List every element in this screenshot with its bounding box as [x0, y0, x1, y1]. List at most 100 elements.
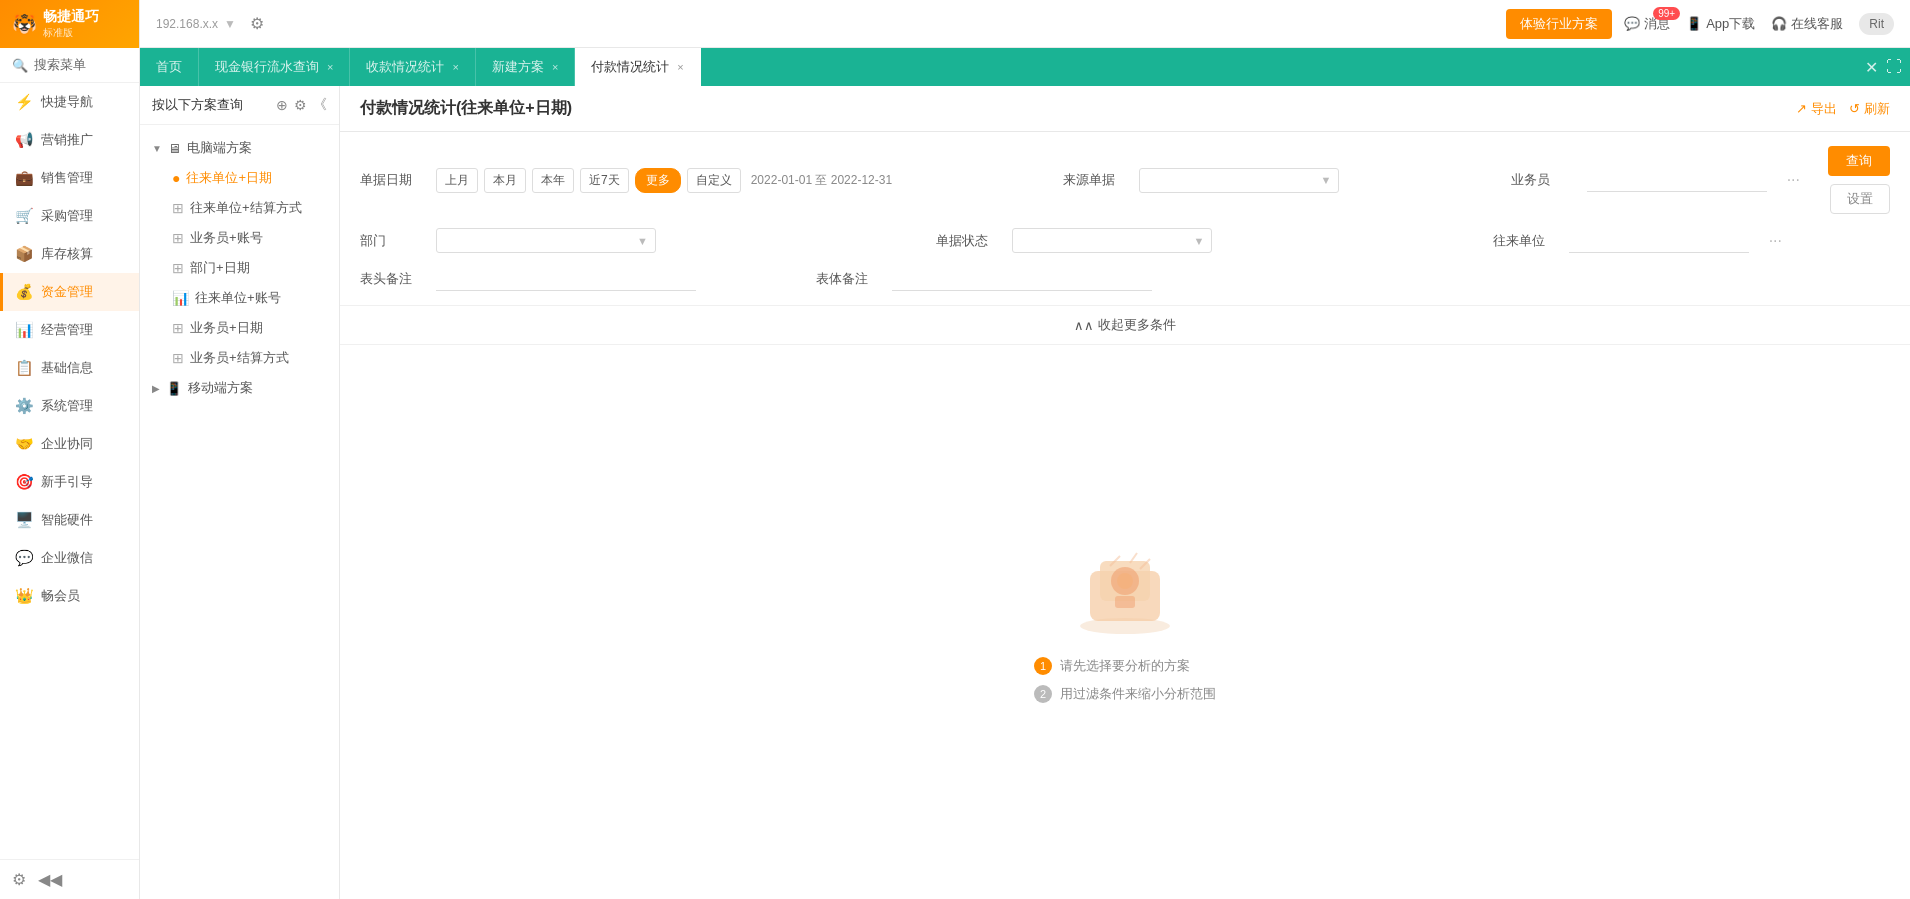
- scheme-group-pc[interactable]: ▼ 🖥 电脑端方案: [140, 133, 339, 163]
- main-area: 192.168.x.x ▼ ⚙ 体验行业方案 💬 消息 99+ 📱 App下载 …: [140, 0, 1910, 899]
- tab-payment-stats-label: 付款情况统计: [591, 58, 669, 76]
- sidebar-item-wechat[interactable]: 💬 企业微信: [0, 539, 139, 577]
- sidebar-item-label: 畅会员: [41, 587, 80, 605]
- filter-row-1: 单据日期 上月 本月 本年 近7天 更多 自定义 2022-01-01 至 20…: [360, 146, 1890, 214]
- filter-row-2: 部门 ▼ 单据状态 ▼: [360, 228, 1890, 253]
- scheme-item-staff-account[interactable]: ⊞ 业务员+账号: [140, 223, 339, 253]
- chevron-icon: ▼: [224, 17, 236, 31]
- scheme-collapse-button[interactable]: 《: [313, 96, 327, 114]
- scheme-group-icon-pc: 🖥: [168, 141, 181, 156]
- sidebar-item-member[interactable]: 👑 畅会员: [0, 577, 139, 615]
- staff-dots[interactable]: ···: [1787, 171, 1800, 189]
- enterprise-icon: 🤝: [15, 435, 33, 453]
- tab-payment-stats-close[interactable]: ×: [677, 61, 683, 73]
- dept-select-wrap: ▼: [436, 228, 656, 253]
- tab-bank-flow[interactable]: 现金银行流水查询 ×: [199, 48, 350, 86]
- sidebar-item-quick-nav[interactable]: ⚡ 快捷导航: [0, 83, 139, 121]
- scheme-item-partner-date[interactable]: ● 往来单位+日期: [140, 163, 339, 193]
- tab-payment-stats[interactable]: 付款情况统计 ×: [575, 48, 700, 86]
- scheme-item-label-staff-settle: 业务员+结算方式: [190, 349, 289, 367]
- topbar-gear-button[interactable]: ⚙: [250, 14, 264, 33]
- sidebar-item-operation[interactable]: 📊 经营管理: [0, 311, 139, 349]
- sidebar-item-guide[interactable]: 🎯 新手引导: [0, 463, 139, 501]
- tab-home-label: 首页: [156, 58, 182, 76]
- tabs-expand-button[interactable]: ⛶: [1886, 58, 1902, 76]
- date-btn-last-7-days[interactable]: 近7天: [580, 168, 629, 193]
- scheme-item-partner-account[interactable]: 📊 往来单位+账号: [140, 283, 339, 313]
- export-button[interactable]: ↗ 导出: [1796, 100, 1837, 118]
- partner-dots[interactable]: ···: [1769, 232, 1782, 250]
- filter-row-3: 表头备注 表体备注: [360, 267, 1890, 291]
- tab-bank-flow-close[interactable]: ×: [327, 61, 333, 73]
- tab-new-scheme-close[interactable]: ×: [552, 61, 558, 73]
- staff-input[interactable]: [1587, 168, 1767, 192]
- header-note-input[interactable]: [436, 267, 696, 291]
- tab-receipt-stats-label: 收款情况统计: [366, 58, 444, 76]
- date-btn-last-month[interactable]: 上月: [436, 168, 478, 193]
- body-note-input[interactable]: [892, 267, 1152, 291]
- scheme-item-staff-settle[interactable]: ⊞ 业务员+结算方式: [140, 343, 339, 373]
- sidebar-item-label: 营销推广: [41, 131, 93, 149]
- tab-receipt-stats-close[interactable]: ×: [452, 61, 458, 73]
- date-btn-custom[interactable]: 自定义: [687, 168, 741, 193]
- search-menu[interactable]: 🔍 搜索菜单: [0, 48, 139, 83]
- sidebar-item-sales[interactable]: 💼 销售管理: [0, 159, 139, 197]
- sidebar-settings-button[interactable]: ⚙: [12, 870, 26, 889]
- tab-home[interactable]: 首页: [140, 48, 199, 86]
- sidebar-item-purchase[interactable]: 🛒 采购管理: [0, 197, 139, 235]
- tab-new-scheme[interactable]: 新建方案 ×: [476, 48, 575, 86]
- dept-select[interactable]: [436, 228, 656, 253]
- doc-status-select[interactable]: [1012, 228, 1212, 253]
- setting-button[interactable]: 设置: [1830, 184, 1890, 214]
- sidebar-item-basic[interactable]: 📋 基础信息: [0, 349, 139, 387]
- page-title: 付款情况统计(往来单位+日期): [360, 98, 572, 119]
- logo-text: 畅捷通巧: [43, 8, 99, 26]
- message-button[interactable]: 💬 消息 99+: [1624, 15, 1670, 33]
- sidebar-item-label: 资金管理: [41, 283, 93, 301]
- app-download-button[interactable]: 📱 App下载: [1686, 15, 1755, 33]
- scheme-add-button[interactable]: ⊕: [276, 97, 288, 113]
- sidebar-item-label: 企业微信: [41, 549, 93, 567]
- tab-new-scheme-label: 新建方案: [492, 58, 544, 76]
- date-label: 单据日期: [360, 171, 416, 189]
- scheme-item-partner-settle[interactable]: ⊞ 往来单位+结算方式: [140, 193, 339, 223]
- date-btn-more[interactable]: 更多: [635, 168, 681, 193]
- date-btn-this-year[interactable]: 本年: [532, 168, 574, 193]
- sidebar-item-inventory[interactable]: 📦 库存核算: [0, 235, 139, 273]
- tab-receipt-stats[interactable]: 收款情况统计 ×: [350, 48, 475, 86]
- scheme-item-dept-date[interactable]: ⊞ 部门+日期: [140, 253, 339, 283]
- export-label: 导出: [1811, 100, 1837, 118]
- refresh-button[interactable]: ↺ 刷新: [1849, 100, 1890, 118]
- sidebar-item-system[interactable]: ⚙️ 系统管理: [0, 387, 139, 425]
- partner-input[interactable]: [1569, 229, 1749, 253]
- user-info[interactable]: Rit: [1859, 13, 1894, 35]
- sidebar-collapse-button[interactable]: ◀◀: [38, 870, 62, 889]
- sidebar-item-marketing[interactable]: 📢 营销推广: [0, 121, 139, 159]
- collapse-more-button[interactable]: ∧∧ 收起更多条件: [1074, 316, 1176, 334]
- refresh-icon: ↺: [1849, 101, 1860, 116]
- date-btn-this-month[interactable]: 本月: [484, 168, 526, 193]
- scheme-group-mobile[interactable]: ▶ 📱 移动端方案: [140, 373, 339, 403]
- query-button[interactable]: 查询: [1828, 146, 1890, 176]
- sidebar-item-enterprise[interactable]: 🤝 企业协同: [0, 425, 139, 463]
- staff-label: 业务员: [1511, 171, 1567, 189]
- service-icon: 🎧: [1771, 16, 1787, 31]
- filter-area: 单据日期 上月 本月 本年 近7天 更多 自定义 2022-01-01 至 20…: [340, 132, 1910, 306]
- empty-illustration: [1065, 541, 1185, 641]
- page-header: 付款情况统计(往来单位+日期) ↗ 导出 ↺ 刷新: [340, 86, 1910, 132]
- trial-button[interactable]: 体验行业方案: [1506, 9, 1612, 39]
- sidebar-item-capital[interactable]: 💰 资金管理: [0, 273, 139, 311]
- sidebar-item-label: 企业协同: [41, 435, 93, 453]
- tabs-close-all-button[interactable]: ✕: [1865, 58, 1878, 77]
- scheme-group-icon-mobile: 📱: [166, 381, 182, 396]
- scheme-item-staff-date[interactable]: ⊞ 业务员+日期: [140, 313, 339, 343]
- online-service-button[interactable]: 🎧 在线客服: [1771, 15, 1843, 33]
- body-note-label: 表体备注: [816, 270, 872, 288]
- sidebar-item-hardware[interactable]: 🖥️ 智能硬件: [0, 501, 139, 539]
- empty-tip-text-1: 请先选择要分析的方案: [1060, 657, 1190, 675]
- scheme-setting-button[interactable]: ⚙: [294, 97, 307, 113]
- source-select[interactable]: [1139, 168, 1339, 193]
- sidebar-footer: ⚙ ◀◀: [0, 859, 139, 899]
- empty-tip-2: 2 用过滤条件来缩小分析范围: [1034, 685, 1216, 703]
- topbar-breadcrumb: 192.168.x.x ▼ ⚙: [156, 14, 1494, 33]
